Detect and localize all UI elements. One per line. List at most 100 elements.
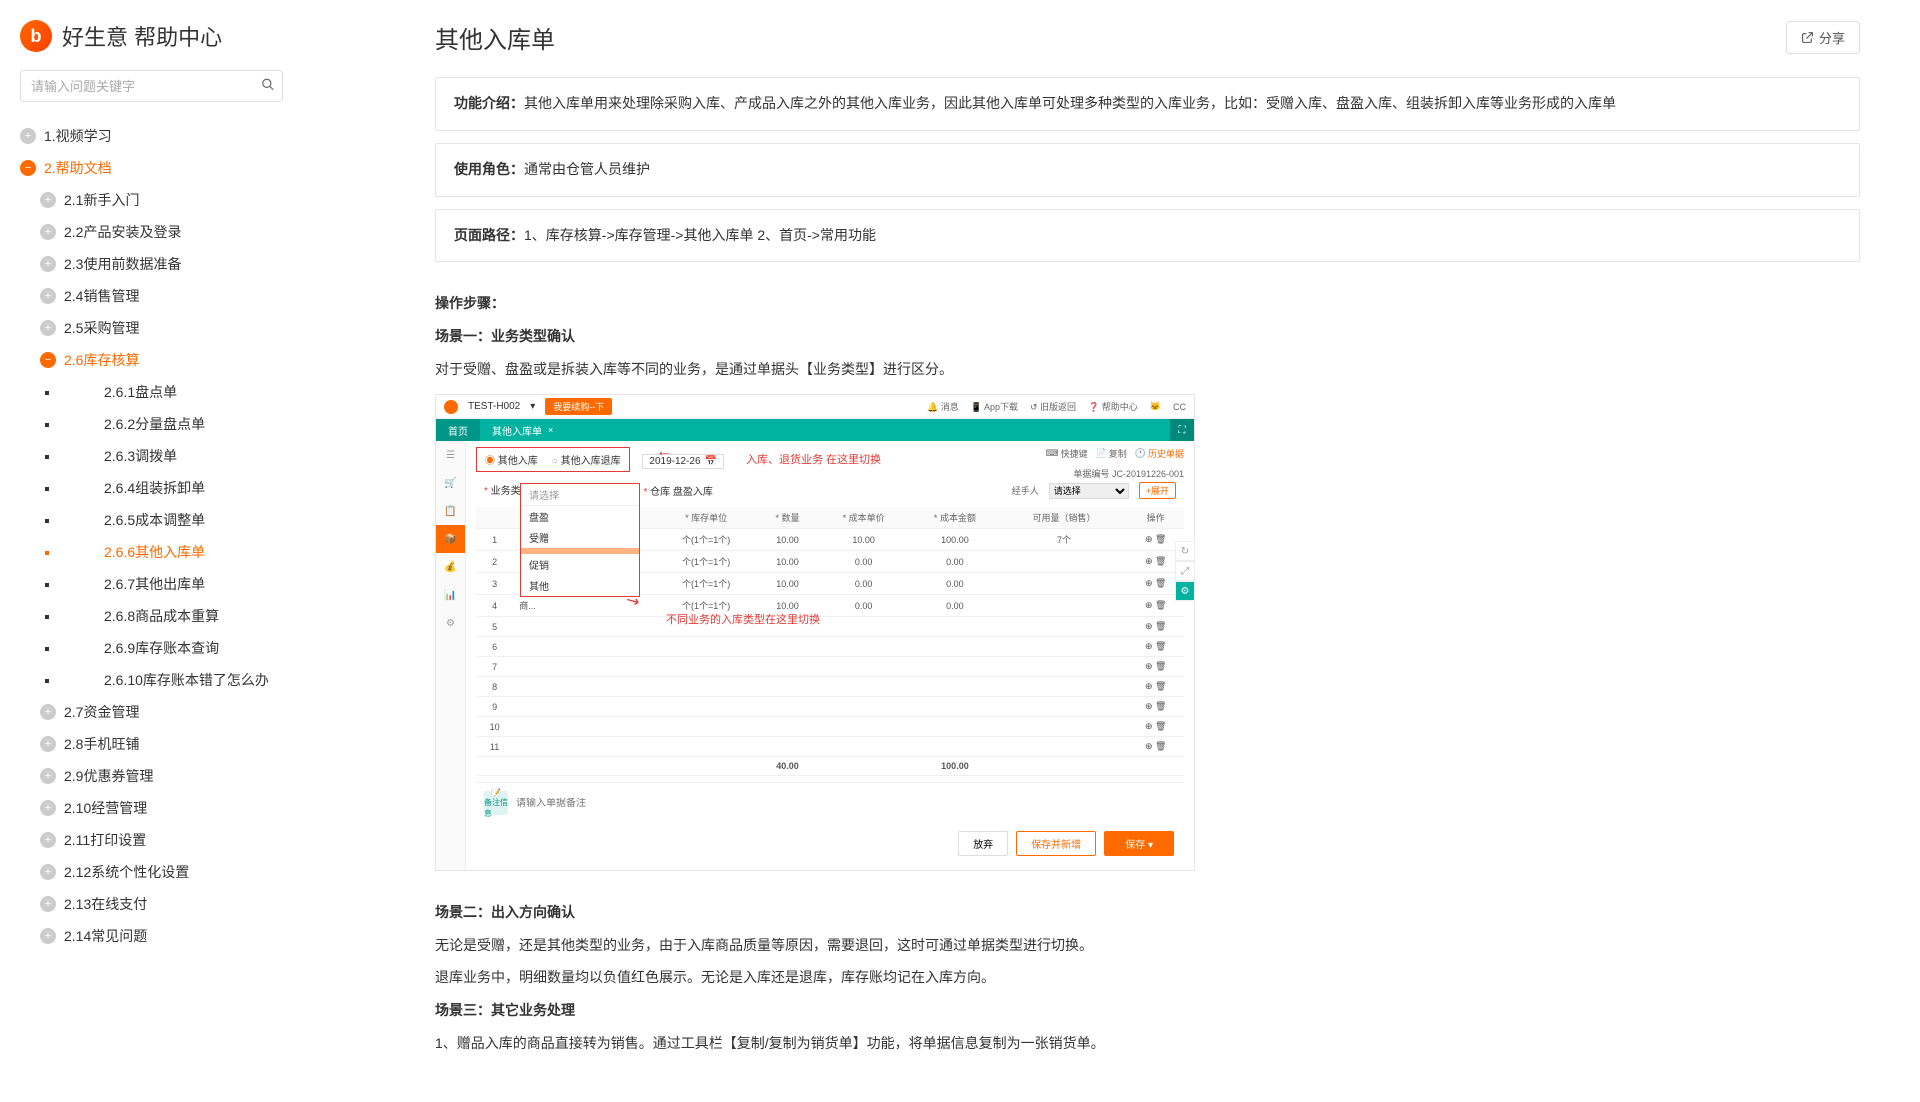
ss-tool-hist[interactable]: 🕐 历史单据 <box>1135 447 1184 460</box>
ss-btn-discard[interactable]: 放弃 <box>958 831 1008 856</box>
ss-btn-save[interactable]: 保存 ▾ <box>1104 831 1174 856</box>
nav-leaf-2-6-2[interactable]: 2.6.2分量盘点单 <box>60 408 305 440</box>
ss-select-jb[interactable]: 请选择 <box>1049 483 1129 499</box>
plus-icon <box>20 128 36 144</box>
ss-remark-input[interactable] <box>516 798 1176 809</box>
nav-item-2-9[interactable]: 2.9优惠券管理 <box>40 760 305 792</box>
ss-nav-icon-4[interactable]: 📦 <box>436 525 465 553</box>
ss-title: TEST-H002 <box>468 401 520 412</box>
nav-item-2-6[interactable]: 2.6库存核算 <box>40 344 305 376</box>
page-title: 其他入库单 <box>435 20 555 55</box>
table-row-empty[interactable]: 7⊕ 🗑 <box>476 657 1184 677</box>
sidebar: b 好生意 帮助中心 1.视频学习 2.帮助文档 2.1新手入门 2.2产品安装… <box>0 0 305 1102</box>
nav-leaf-2-6-1[interactable]: 2.6.1盘点单 <box>60 376 305 408</box>
nav-item-2-10[interactable]: 2.10经营管理 <box>40 792 305 824</box>
embedded-screenshot: TEST-H002 ▾ 我要续购--下 🔔 消息 📱 App下载 ↺ 旧版返回 … <box>435 394 1195 871</box>
scene3-title: 场景三：其它业务处理 <box>435 997 1860 1024</box>
ss-val-ck[interactable]: 盘盈入库 <box>673 487 713 498</box>
nav-item-2-12[interactable]: 2.12系统个性化设置 <box>40 856 305 888</box>
nav-item-2-14[interactable]: 2.14常见问题 <box>40 920 305 952</box>
search-button[interactable] <box>261 78 275 95</box>
nav-label: 1.视频学习 <box>44 126 112 146</box>
page-header: 其他入库单 分享 <box>435 20 1860 55</box>
intro-label: 功能介绍： <box>454 95 524 111</box>
nav-item-2-1[interactable]: 2.1新手入门 <box>40 184 305 216</box>
th-qty: * 数量 <box>757 507 818 529</box>
ss-dd-item[interactable]: 受赠 <box>521 527 639 548</box>
nav-leaf-2-6-6[interactable]: 2.6.6其他入库单 <box>60 536 305 568</box>
ss-btn-save-new[interactable]: 保存并新增 <box>1016 831 1096 856</box>
scene2-text1: 无论是受赠，还是其他类型的业务，由于入库商品质量等原因，需要退回，这时可通过单据… <box>435 932 1860 959</box>
nav-item-2-13[interactable]: 2.13在线支付 <box>40 888 305 920</box>
table-row-empty[interactable]: 11⊕ 🗑 <box>476 737 1184 757</box>
ss-dd-item[interactable]: 其他 <box>521 575 639 596</box>
ss-nav-icon-6[interactable]: 📊 <box>436 581 465 609</box>
table-row-empty[interactable]: 5⊕ 🗑 <box>476 617 1184 637</box>
ss-nav-icon-7[interactable]: ⚙ <box>436 609 465 637</box>
table-row-empty[interactable]: 8⊕ 🗑 <box>476 677 1184 697</box>
logo-area: b 好生意 帮助中心 <box>20 20 305 52</box>
ss-tool-icon[interactable]: ⤢ <box>1175 561 1195 581</box>
nav-leaf-2-6-4[interactable]: 2.6.4组装拆卸单 <box>60 472 305 504</box>
nav-item-2-7[interactable]: 2.7资金管理 <box>40 696 305 728</box>
nav-leaf-2-6-8[interactable]: 2.6.8商品成本重算 <box>60 600 305 632</box>
table-row-empty[interactable]: 9⊕ 🗑 <box>476 697 1184 717</box>
ss-tool-copy[interactable]: 📄 复制 <box>1096 447 1127 460</box>
ss-remark: 📝备注信息 <box>476 782 1184 823</box>
ss-tab-home[interactable]: 首页 <box>436 419 480 441</box>
nav-item-video[interactable]: 1.视频学习 <box>20 120 305 152</box>
share-icon <box>1801 31 1814 44</box>
table-row[interactable]: 4商...个(1个=1个)10.000.000.00⊕ 🗑 <box>476 595 1184 617</box>
ss-tool-icon[interactable]: ↻ <box>1175 541 1195 561</box>
ss-nav-icon-5[interactable]: 💰 <box>436 553 465 581</box>
nav-item-2-4[interactable]: 2.4销售管理 <box>40 280 305 312</box>
ss-link-old[interactable]: ↺ 旧版返回 <box>1030 400 1076 413</box>
ss-tabbar: 首页 其他入库单× ⛶ <box>436 419 1194 441</box>
ss-radio-in[interactable]: 其他入库 <box>485 452 538 467</box>
ss-tab-active[interactable]: 其他入库单× <box>480 419 565 441</box>
ss-lbl-jb: 经手人 <box>1012 484 1039 497</box>
ss-upgrade-button[interactable]: 我要续购--下 <box>545 398 612 415</box>
nav-leaf-2-6-3[interactable]: 2.6.3调拨单 <box>60 440 305 472</box>
ss-expand-button[interactable]: +展开 <box>1139 482 1176 499</box>
ss-expand-icon[interactable]: ⛶ <box>1170 419 1194 441</box>
nav-item-2-5[interactable]: 2.5采购管理 <box>40 312 305 344</box>
close-icon[interactable]: × <box>548 425 553 435</box>
ss-radio-out[interactable]: 其他入库退库 <box>552 452 621 467</box>
ss-date-input[interactable]: 2019-12-26 📅 <box>642 454 724 469</box>
table-row-empty[interactable]: 10⊕ 🗑 <box>476 717 1184 737</box>
ss-seq: 单据编号 JC-20191226-001 <box>1073 467 1184 480</box>
nav-item-2-11[interactable]: 2.11打印设置 <box>40 824 305 856</box>
nav-item-2-3[interactable]: 2.3使用前数据准备 <box>40 248 305 280</box>
search-input[interactable] <box>20 70 283 102</box>
ss-dd-item[interactable]: 盘盈 <box>521 506 639 527</box>
share-button[interactable]: 分享 <box>1786 21 1860 54</box>
role-box: 使用角色：通常由仓管人员维护 <box>435 143 1860 197</box>
nav-leaf-2-6-7[interactable]: 2.6.7其他出库单 <box>60 568 305 600</box>
ss-dd-item[interactable]: 促销 <box>521 554 639 575</box>
table-row-empty[interactable]: 6⊕ 🗑 <box>476 637 1184 657</box>
nav-label: 2.8手机旺铺 <box>64 734 139 754</box>
arrow-icon: ← <box>656 443 672 461</box>
remark-icon: 📝备注信息 <box>484 791 508 815</box>
nav-leaf-2-6-9[interactable]: 2.6.9库存账本查询 <box>60 632 305 664</box>
ss-link-msg[interactable]: 🔔 消息 <box>927 400 959 413</box>
ss-avatar-icon: 🐱 <box>1150 401 1161 412</box>
scene2-text2: 退库业务中，明细数量均以负值红色展示。无论是入库还是退库，库存账均记在入库方向。 <box>435 964 1860 991</box>
ss-link-help[interactable]: ❓ 帮助中心 <box>1088 400 1138 413</box>
plus-icon <box>40 320 56 336</box>
nav-item-docs[interactable]: 2.帮助文档 <box>20 152 305 184</box>
ss-nav-icon-1[interactable]: ☰ <box>436 441 465 469</box>
ss-nav-icon-2[interactable]: 🛒 <box>436 469 465 497</box>
th-amt: * 成本金额 <box>909 507 1000 529</box>
ss-tool-fast[interactable]: ⌨ 快捷键 <box>1046 447 1088 460</box>
ss-nav-icon-3[interactable]: 📋 <box>436 497 465 525</box>
nav-item-2-8[interactable]: 2.8手机旺铺 <box>40 728 305 760</box>
nav-leaf-2-6-10[interactable]: 2.6.10库存账本错了怎么办 <box>60 664 305 696</box>
role-text: 通常由仓管人员维护 <box>524 161 650 177</box>
plus-icon <box>40 896 56 912</box>
ss-tool-icon[interactable]: ⚙ <box>1175 581 1195 601</box>
ss-link-app[interactable]: 📱 App下载 <box>971 400 1018 413</box>
nav-item-2-2[interactable]: 2.2产品安装及登录 <box>40 216 305 248</box>
nav-leaf-2-6-5[interactable]: 2.6.5成本调整单 <box>60 504 305 536</box>
